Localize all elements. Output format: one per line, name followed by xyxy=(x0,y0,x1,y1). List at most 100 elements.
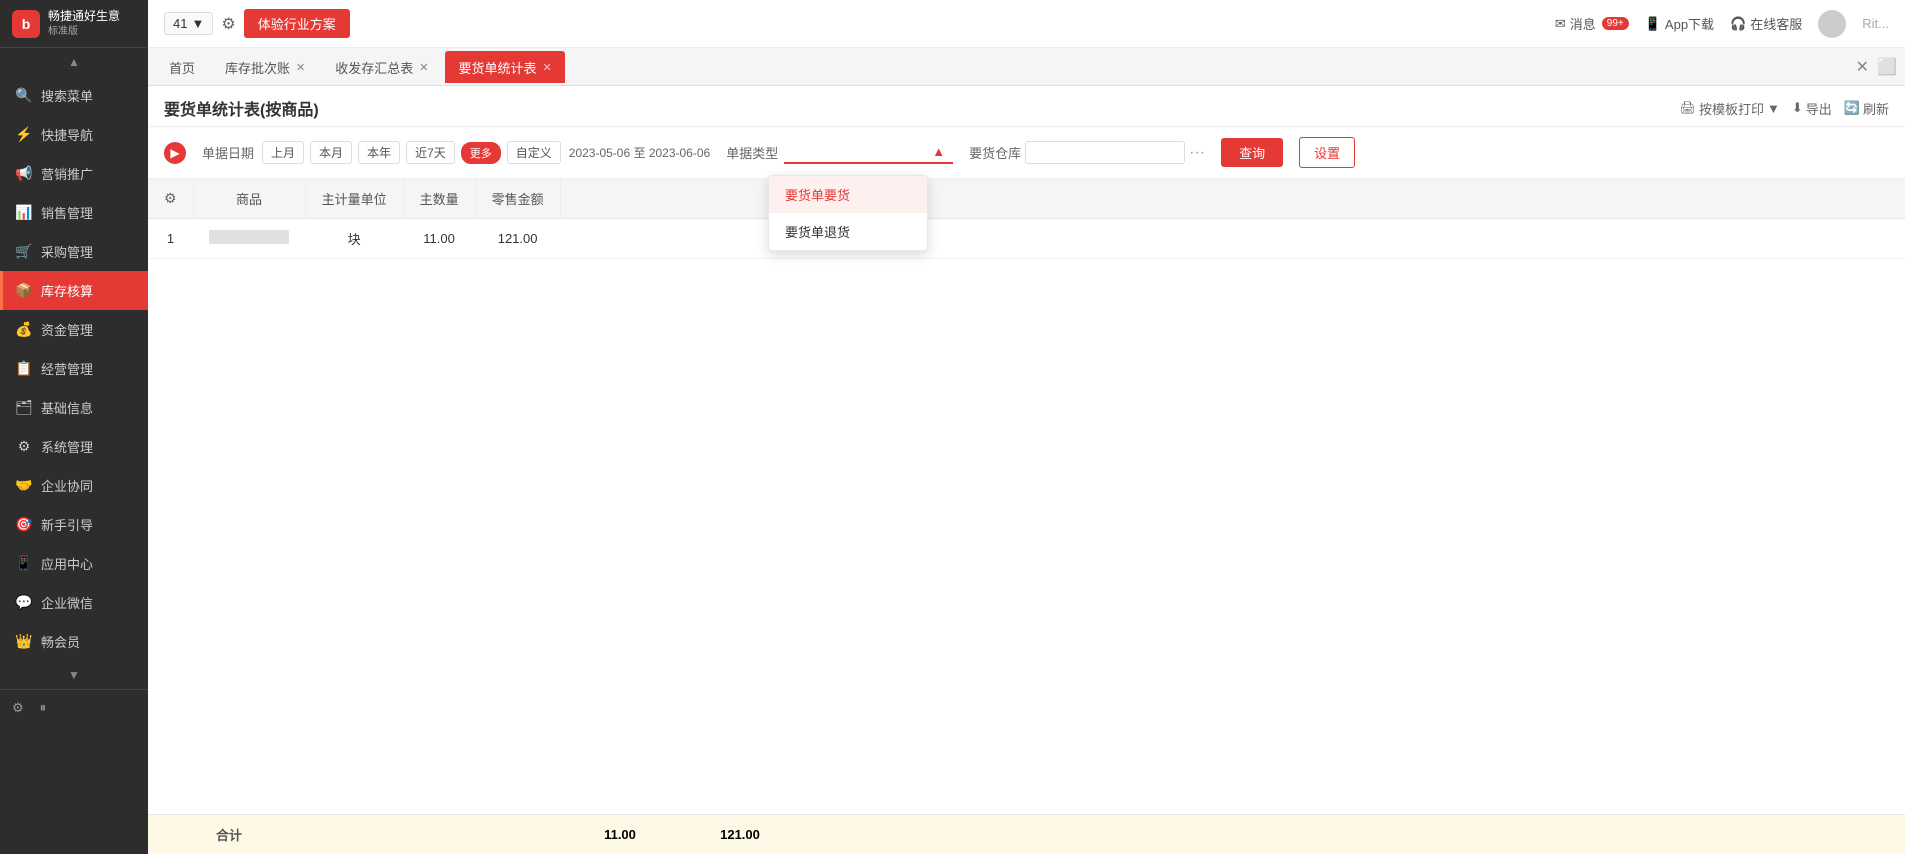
date-last-month-btn[interactable]: 上月 xyxy=(262,141,304,164)
tab-expand-button[interactable]: ⬜ xyxy=(1877,57,1897,77)
scroll-up-arrow[interactable]: ▲ xyxy=(65,52,83,72)
user-name: Rit... xyxy=(1862,16,1889,31)
type-filter-group: 单据类型 ▲ xyxy=(726,141,953,164)
vip-icon: 👑 xyxy=(15,633,33,650)
trial-industry-button[interactable]: 体验行业方案 xyxy=(244,9,350,38)
company-selector[interactable]: 41 ▼ xyxy=(164,12,213,35)
tab-receivable-summary[interactable]: 收发存汇总表 ✕ xyxy=(322,51,441,83)
message-icon: ✉ xyxy=(1555,16,1566,32)
footer-total-amount: 121.00 xyxy=(680,827,800,842)
tab-close-all-button[interactable]: ✕ xyxy=(1856,57,1869,77)
filter-more-options[interactable]: ··· xyxy=(1189,144,1205,162)
sidebar-item-purchase[interactable]: 🛒 采购管理 xyxy=(0,232,148,271)
sidebar-item-guide[interactable]: 🎯 新手引导 xyxy=(0,505,148,544)
col-settings: ⚙ xyxy=(148,179,193,219)
sidebar-item-finance[interactable]: 💰 资金管理 xyxy=(0,310,148,349)
data-table: ⚙ 商品 主计量单位 主数量 零售金额 1 xyxy=(148,179,1905,259)
footer-total-label: 合计 xyxy=(200,825,460,844)
topbar: 41 ▼ ⚙ 体验行业方案 ✉ 消息 99+ 📱 App下载 🎧 在线客服 Ri… xyxy=(148,0,1905,48)
sidebar-item-inventory[interactable]: 📦 库存核算 xyxy=(0,271,148,310)
query-button[interactable]: 查询 xyxy=(1221,138,1283,167)
date-this-year-btn[interactable]: 本年 xyxy=(358,141,400,164)
app-center-icon: 📱 xyxy=(15,555,33,572)
main-area: 41 ▼ ⚙ 体验行业方案 ✉ 消息 99+ 📱 App下载 🎧 在线客服 Ri… xyxy=(148,0,1905,854)
topbar-gear-button[interactable]: ⚙ xyxy=(221,14,235,34)
date-range-display: 2023-05-06 至 2023-06-06 xyxy=(569,144,710,161)
finance-icon: 💰 xyxy=(15,321,33,338)
sidebar-item-cooperation[interactable]: 🤝 企业协同 xyxy=(0,466,148,505)
tab-close-receivable-summary[interactable]: ✕ xyxy=(419,61,428,74)
sidebar-item-vip[interactable]: 👑 畅会员 xyxy=(0,622,148,661)
purchase-icon: 🛒 xyxy=(15,243,33,260)
sidebar-item-marketing[interactable]: 📢 营销推广 xyxy=(0,154,148,193)
row-amount: 121.00 xyxy=(475,219,560,259)
tab-close-order-stats[interactable]: ✕ xyxy=(543,61,552,74)
page-actions: 🖨 按模板打印 ▼ ⬇ 导出 🔄 刷新 xyxy=(1679,99,1889,118)
sidebar-item-wechat[interactable]: 💬 企业微信 xyxy=(0,583,148,622)
scroll-down-arrow[interactable]: ▼ xyxy=(65,665,83,685)
date-more-btn[interactable]: 更多 xyxy=(461,142,501,164)
date-filter-group: 单据日期 上月 本月 本年 近7天 更多 自定义 2023-05-06 至 20… xyxy=(202,141,710,164)
sidebar-item-operations[interactable]: 📋 经营管理 xyxy=(0,349,148,388)
export-button[interactable]: ⬇ 导出 xyxy=(1792,99,1832,118)
col-unit: 主计量单位 xyxy=(305,179,403,219)
page-content: 要货单统计表(按商品) 🖨 按模板打印 ▼ ⬇ 导出 🔄 刷新 ▶ xyxy=(148,86,1905,854)
sidebar-item-system[interactable]: ⚙ 系统管理 xyxy=(0,427,148,466)
topbar-right: ✉ 消息 99+ 📱 App下载 🎧 在线客服 Rit... xyxy=(1555,10,1889,38)
collapse-icon[interactable]: ⏸ xyxy=(40,700,47,716)
filter-toggle-button[interactable]: ▶ xyxy=(164,142,186,164)
tab-order-stats[interactable]: 要货单统计表 ✕ xyxy=(445,51,564,83)
sales-icon: 📊 xyxy=(15,204,33,221)
col-amount: 零售金额 xyxy=(475,179,560,219)
company-name: 41 xyxy=(173,16,187,31)
tab-inventory-batch[interactable]: 库存批次账 ✕ xyxy=(212,51,318,83)
col-extra xyxy=(560,179,1905,219)
sidebar-logo: b 畅捷通好生意 标准版 xyxy=(0,0,148,48)
export-icon: ⬇ xyxy=(1792,100,1803,116)
app-download-button[interactable]: 📱 App下载 xyxy=(1645,14,1714,33)
dropdown-option-order-return[interactable]: 要货单退货 xyxy=(769,213,927,250)
sidebar-item-app-center[interactable]: 📱 应用中心 xyxy=(0,544,148,583)
filter-bar: ▶ 单据日期 上月 本月 本年 近7天 更多 自定义 2023-05-06 至 … xyxy=(148,127,1905,179)
headset-icon: 🎧 xyxy=(1730,16,1746,32)
dropdown-option-order-request[interactable]: 要货单要货 xyxy=(769,176,927,213)
tab-home[interactable]: 首页 xyxy=(156,51,208,83)
sidebar-bottom: ⚙ ⏸ xyxy=(0,689,148,726)
filter-settings-button[interactable]: 设置 xyxy=(1299,137,1355,168)
date-last-7days-btn[interactable]: 近7天 xyxy=(406,141,455,164)
sidebar-item-basic-info[interactable]: 🗂 基础信息 xyxy=(0,388,148,427)
row-no: 1 xyxy=(148,219,193,259)
sidebar-item-search[interactable]: 🔍 搜索菜单 xyxy=(0,76,148,115)
sidebar-item-quick-nav[interactable]: ⚡ 快捷导航 xyxy=(0,115,148,154)
sidebar-scroll-down[interactable]: ▼ xyxy=(0,661,148,689)
date-custom-btn[interactable]: 自定义 xyxy=(507,141,561,164)
type-select-input[interactable] xyxy=(792,144,932,159)
message-badge: 99+ xyxy=(1602,17,1629,30)
operations-icon: 📋 xyxy=(15,360,33,377)
wechat-icon: 💬 xyxy=(15,594,33,611)
date-this-month-btn[interactable]: 本月 xyxy=(310,141,352,164)
print-button[interactable]: 🖨 按模板打印 ▼ xyxy=(1679,99,1779,118)
col-qty: 主数量 xyxy=(403,179,475,219)
tab-close-inventory-batch[interactable]: ✕ xyxy=(296,61,305,74)
sidebar-scroll-up[interactable]: ▲ xyxy=(0,48,148,76)
type-select-wrapper[interactable]: ▲ xyxy=(784,141,953,164)
system-icon: ⚙ xyxy=(15,438,33,455)
refresh-button[interactable]: 🔄 刷新 xyxy=(1844,99,1889,118)
column-settings-icon[interactable]: ⚙ xyxy=(164,190,177,206)
product-name-blurred xyxy=(209,230,289,244)
page-header: 要货单统计表(按商品) 🖨 按模板打印 ▼ ⬇ 导出 🔄 刷新 xyxy=(148,86,1905,127)
warehouse-filter-input[interactable] xyxy=(1025,141,1185,164)
user-avatar[interactable] xyxy=(1818,10,1846,38)
sidebar-item-sales[interactable]: 📊 销售管理 xyxy=(0,193,148,232)
date-filter-label: 单据日期 xyxy=(202,143,254,162)
message-button[interactable]: ✉ 消息 99+ xyxy=(1555,14,1629,33)
warehouse-filter-group: 要货仓库 ··· xyxy=(969,141,1205,164)
print-icon: 🖨 xyxy=(1679,100,1696,116)
type-dropdown-arrow[interactable]: ▲ xyxy=(932,144,945,159)
online-service-button[interactable]: 🎧 在线客服 xyxy=(1730,14,1802,33)
settings-bottom-icon[interactable]: ⚙ xyxy=(12,700,24,716)
sidebar: b 畅捷通好生意 标准版 ▲ 🔍 搜索菜单 ⚡ 快捷导航 📢 营销推广 📊 销售… xyxy=(0,0,148,854)
app-logo-icon: b xyxy=(12,10,40,38)
marketing-icon: 📢 xyxy=(15,165,33,182)
